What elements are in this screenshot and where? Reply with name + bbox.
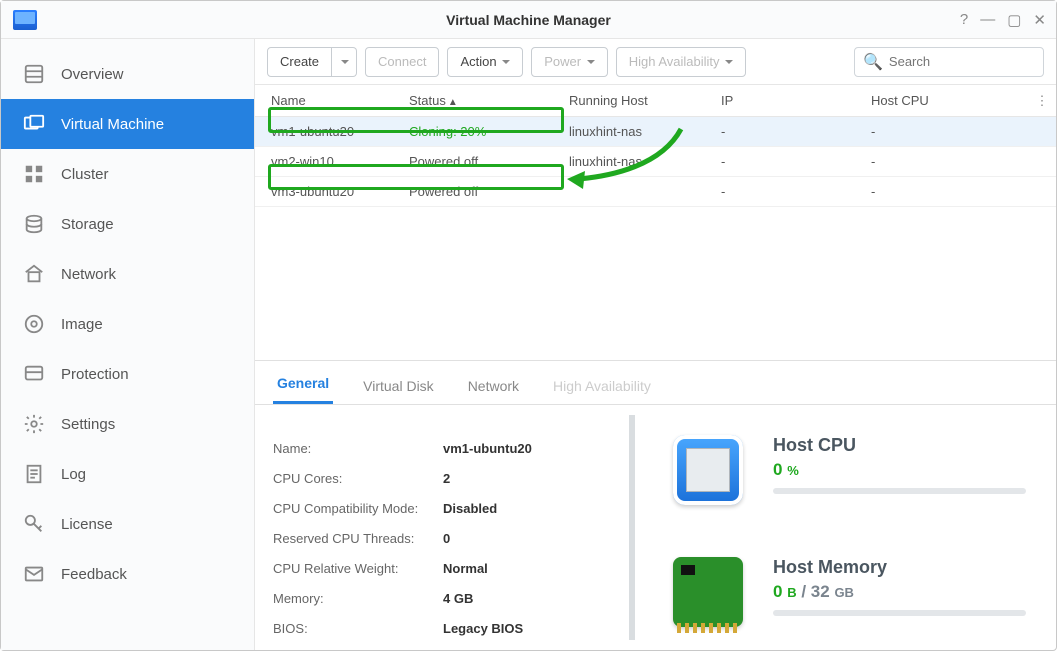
close-icon[interactable]: ✕ [1033, 11, 1046, 29]
mem-bar [773, 610, 1026, 616]
col-more-icon[interactable]: ⋮ [1028, 93, 1056, 109]
network-icon [23, 263, 45, 285]
vm-table: Name Status▲ Running Host IP Host CPU ⋮ … [255, 85, 1056, 207]
cpu-value: 0 % [773, 460, 1026, 480]
vm-icon [23, 113, 45, 135]
cpu-bar [773, 488, 1026, 494]
col-host[interactable]: Running Host [569, 93, 721, 108]
table-header: Name Status▲ Running Host IP Host CPU ⋮ [255, 85, 1056, 117]
main: Create Connect Action Power High Availab… [255, 39, 1056, 650]
col-status[interactable]: Status▲ [409, 93, 569, 108]
storage-icon [23, 213, 45, 235]
search-icon: 🔍 [863, 52, 883, 72]
create-button[interactable]: Create [267, 47, 332, 77]
image-icon [23, 313, 45, 335]
sidebar-item-network[interactable]: Network [1, 249, 254, 299]
key-icon [23, 513, 45, 535]
window-controls: ? — ▢ ✕ [960, 11, 1046, 29]
gear-icon [23, 413, 45, 435]
minimize-icon[interactable]: — [980, 11, 995, 29]
sidebar-item-protection[interactable]: Protection [1, 349, 254, 399]
help-icon[interactable]: ? [960, 11, 968, 29]
sidebar-item-cluster[interactable]: Cluster [1, 149, 254, 199]
mem-value: 0 B / 32 GB [773, 582, 1026, 602]
overview-icon [23, 63, 45, 85]
sidebar-label: Feedback [61, 566, 127, 583]
tab-general[interactable]: General [273, 365, 333, 404]
sort-asc-icon: ▲ [448, 97, 458, 108]
detail-pane: General Virtual Disk Network High Availa… [255, 360, 1056, 650]
tab-ha[interactable]: High Availability [549, 368, 655, 404]
cluster-icon [23, 163, 45, 185]
sidebar: Overview Virtual Machine Cluster Storage… [1, 39, 255, 650]
cpu-icon [673, 435, 743, 505]
sidebar-label: Virtual Machine [61, 116, 164, 133]
table-row[interactable]: vm2-win10 Powered off linuxhint-nas - - [255, 147, 1056, 177]
detail-tabs: General Virtual Disk Network High Availa… [255, 361, 1056, 405]
power-button[interactable]: Power [531, 47, 607, 77]
tab-virtual-disk[interactable]: Virtual Disk [359, 368, 438, 404]
connect-button[interactable]: Connect [365, 47, 439, 77]
protection-icon [23, 363, 45, 385]
sidebar-item-license[interactable]: License [1, 499, 254, 549]
window-title: Virtual Machine Manager [1, 12, 1056, 28]
table-row[interactable]: vm3-ubuntu20 Powered off - - [255, 177, 1056, 207]
sidebar-label: Image [61, 316, 103, 333]
col-name[interactable]: Name [255, 93, 409, 108]
sidebar-label: Storage [61, 216, 114, 233]
col-ip[interactable]: IP [721, 93, 871, 108]
titlebar: Virtual Machine Manager ? — ▢ ✕ [1, 1, 1056, 39]
maximize-icon[interactable]: ▢ [1007, 11, 1021, 29]
search-box[interactable]: 🔍 [854, 47, 1044, 77]
app-icon [13, 10, 37, 30]
ram-icon [673, 557, 743, 627]
action-button[interactable]: Action [447, 47, 523, 77]
col-cpu[interactable]: Host CPU [871, 93, 1028, 108]
tab-network[interactable]: Network [464, 368, 523, 404]
sidebar-label: License [61, 516, 113, 533]
sidebar-label: Protection [61, 366, 129, 383]
sidebar-item-log[interactable]: Log [1, 449, 254, 499]
sidebar-item-image[interactable]: Image [1, 299, 254, 349]
sidebar-item-settings[interactable]: Settings [1, 399, 254, 449]
detail-properties: Name:vm1-ubuntu20 CPU Cores:2 CPU Compat… [255, 415, 635, 640]
sidebar-label: Settings [61, 416, 115, 433]
metric-cpu: Host CPU 0 % [673, 435, 1026, 505]
search-input[interactable] [889, 54, 1035, 69]
metric-memory: Host Memory 0 B / 32 GB [673, 557, 1026, 627]
sidebar-item-virtual-machine[interactable]: Virtual Machine [1, 99, 254, 149]
sidebar-item-feedback[interactable]: Feedback [1, 549, 254, 599]
sidebar-item-storage[interactable]: Storage [1, 199, 254, 249]
sidebar-label: Log [61, 466, 86, 483]
sidebar-label: Cluster [61, 166, 109, 183]
mail-icon [23, 563, 45, 585]
detail-metrics: Host CPU 0 % Host Memory 0 B / [639, 405, 1056, 650]
table-row[interactable]: vm1-ubuntu20 Cloning: 20% linuxhint-nas … [255, 117, 1056, 147]
toolbar: Create Connect Action Power High Availab… [255, 39, 1056, 85]
log-icon [23, 463, 45, 485]
sidebar-item-overview[interactable]: Overview [1, 49, 254, 99]
sidebar-label: Overview [61, 66, 124, 83]
create-dropdown[interactable] [332, 47, 357, 77]
ha-button[interactable]: High Availability [616, 47, 746, 77]
sidebar-label: Network [61, 266, 116, 283]
